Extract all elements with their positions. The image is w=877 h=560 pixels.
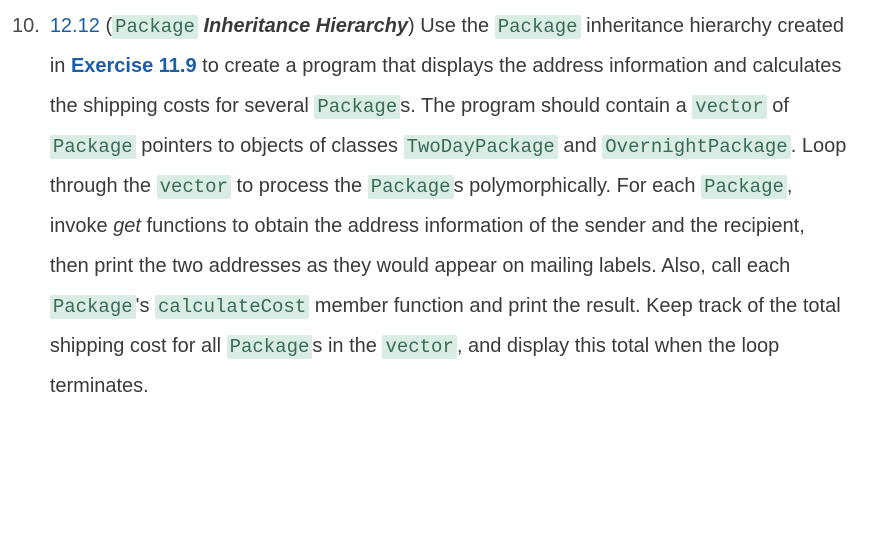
text-13: 's [136,295,155,317]
code-vector-2: vector [157,175,231,199]
title-italic: Inheritance Hierarchy [204,15,409,37]
code-package-2: Package [314,95,400,119]
code-twoday: TwoDayPackage [404,135,558,159]
text-7: and [558,135,602,157]
question-block: 10. 12.12 (Package Inheritance Hierarchy… [12,6,847,406]
get-italic: get [113,215,141,237]
code-package-7: Package [227,335,313,359]
text-10: s polymorphically. For each [454,175,702,197]
code-package-5: Package [701,175,787,199]
code-vector-3: vector [382,335,456,359]
code-vector-1: vector [692,95,766,119]
text-15: s in the [312,335,382,357]
exercise-ref: Exercise 11.9 [71,55,197,77]
question-body: 12.12 (Package Inheritance Hierarchy) Us… [50,6,847,406]
title-code: Package [112,15,198,39]
exercise-number: 12.12 [50,15,100,37]
code-calculatecost: calculateCost [155,295,309,319]
code-package-3: Package [50,135,136,159]
code-package-1: Package [495,15,581,39]
text-5: of [767,95,789,117]
text-1: ) Use the [408,15,495,37]
text-9: to process the [231,175,368,197]
text-12: functions to obtain the address informat… [50,215,805,277]
text-4: s. The program should contain a [400,95,692,117]
code-package-6: Package [50,295,136,319]
text-6: pointers to objects of classes [136,135,404,157]
code-overnight: OvernightPackage [602,135,790,159]
question-number: 10. [12,6,40,46]
code-package-4: Package [368,175,454,199]
